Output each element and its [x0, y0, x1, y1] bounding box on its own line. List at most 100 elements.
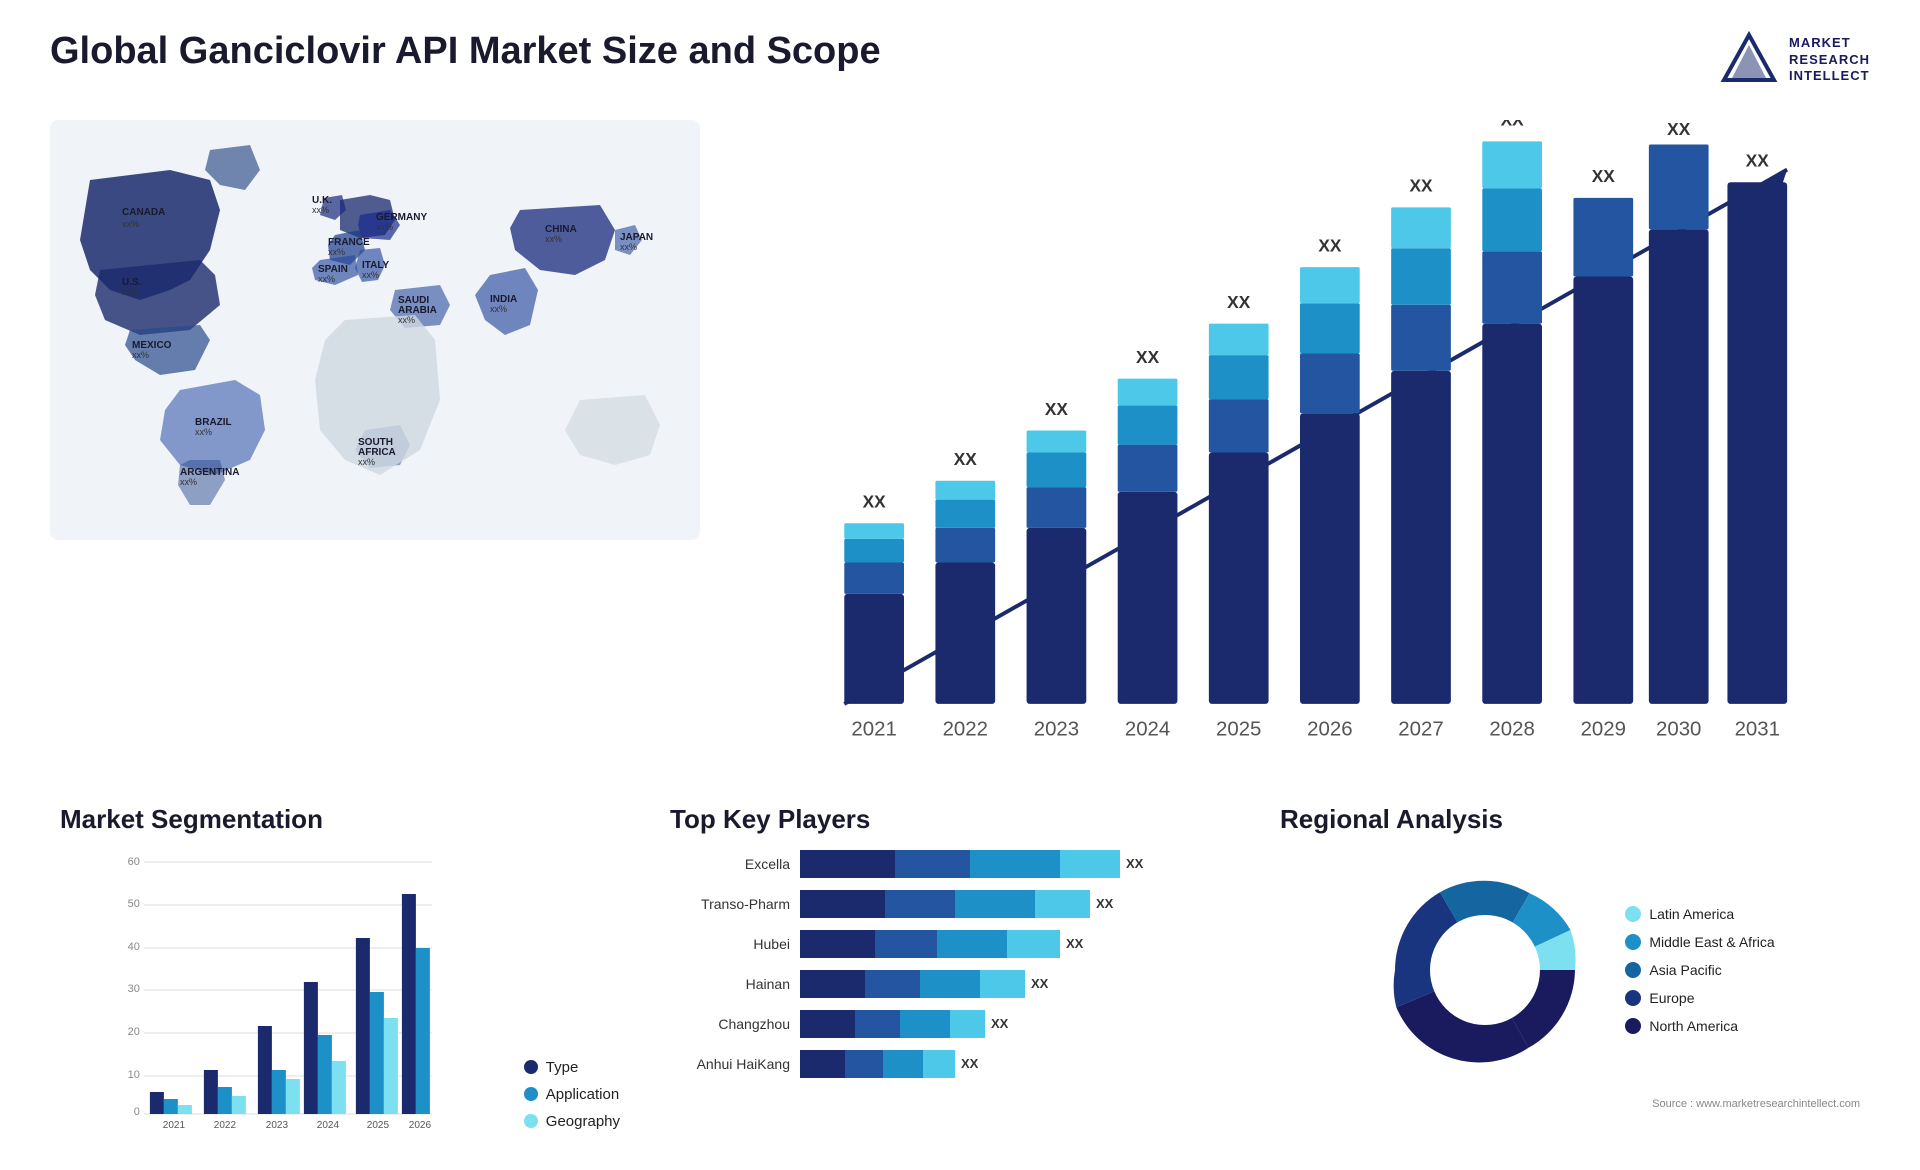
- players-section: Top Key Players Excella XX: [660, 794, 1240, 1140]
- player-row-transopharm: Transo-Pharm XX: [670, 890, 1230, 918]
- donut-legend-wrap: Latin America Middle East & Africa Asia …: [1280, 850, 1860, 1090]
- legend-type: Type: [524, 1059, 620, 1076]
- svg-text:XX: XX: [1501, 120, 1525, 130]
- player-bar-excella: XX: [800, 850, 1230, 878]
- legend-latin-america: Latin America: [1625, 906, 1774, 922]
- world-map-section: CANADA xx% U.S. xx% MEXICO xx% BRAZIL xx…: [50, 110, 700, 550]
- svg-text:xx%: xx%: [122, 287, 139, 297]
- seg-chart-svg: 60 50 40 30 20 10 0: [60, 850, 504, 1130]
- player-xx-transopharm: XX: [1096, 896, 1113, 911]
- player-name-anhui: Anhui HaiKang: [670, 1056, 790, 1072]
- svg-text:2027: 2027: [1398, 718, 1443, 740]
- svg-text:2031: 2031: [1735, 718, 1780, 740]
- player-name-excella: Excella: [670, 856, 790, 872]
- player-bar-hainan: XX: [800, 970, 1230, 998]
- player-bar-transopharm: XX: [800, 890, 1230, 918]
- svg-text:40: 40: [128, 941, 140, 953]
- svg-text:XX: XX: [954, 449, 978, 469]
- legend-asia-pacific: Asia Pacific: [1625, 962, 1774, 978]
- svg-text:2025: 2025: [367, 1120, 390, 1130]
- player-name-changzhou: Changzhou: [670, 1016, 790, 1032]
- svg-text:XX: XX: [1045, 399, 1069, 419]
- svg-text:2023: 2023: [1034, 718, 1079, 740]
- player-xx-hubei: XX: [1066, 936, 1083, 951]
- source-text: Source : www.marketresearchintellect.com: [1280, 1098, 1860, 1110]
- bar-chart-section: XX XX XX XX: [730, 110, 1870, 764]
- svg-text:2028: 2028: [1489, 718, 1534, 740]
- svg-text:xx%: xx%: [362, 270, 379, 280]
- player-row-hubei: Hubei XX: [670, 930, 1230, 958]
- player-name-hubei: Hubei: [670, 936, 790, 952]
- type-dot: [524, 1060, 538, 1074]
- svg-text:2021: 2021: [851, 718, 896, 740]
- player-xx-changzhou: XX: [991, 1016, 1008, 1031]
- svg-text:0: 0: [134, 1106, 140, 1118]
- logo-text: MARKET RESEARCH INTELLECT: [1789, 35, 1870, 86]
- player-bars: Excella XX Transo-Pharm: [670, 850, 1230, 1078]
- svg-text:2022: 2022: [943, 718, 988, 740]
- middle-east-dot: [1625, 934, 1641, 950]
- svg-text:xx%: xx%: [620, 242, 637, 252]
- logo-icon: [1719, 30, 1779, 90]
- legend-application: Application: [524, 1086, 620, 1103]
- latin-america-label: Latin America: [1649, 906, 1734, 922]
- svg-text:XX: XX: [1318, 235, 1342, 255]
- legend-middle-east: Middle East & Africa: [1625, 934, 1774, 950]
- svg-text:2026: 2026: [1307, 718, 1352, 740]
- player-bar-hubei: XX: [800, 930, 1230, 958]
- player-row-excella: Excella XX: [670, 850, 1230, 878]
- svg-text:XX: XX: [863, 491, 887, 511]
- svg-text:2030: 2030: [1656, 718, 1701, 740]
- svg-text:xx%: xx%: [490, 304, 507, 314]
- regional-title: Regional Analysis: [1280, 804, 1860, 835]
- svg-text:2022: 2022: [214, 1120, 237, 1130]
- svg-text:10: 10: [128, 1069, 140, 1081]
- player-bar-anhui: XX: [800, 1050, 1230, 1078]
- svg-text:xx%: xx%: [312, 205, 329, 215]
- geo-label: Geography: [546, 1113, 620, 1130]
- player-row-hainan: Hainan XX: [670, 970, 1230, 998]
- player-name-hainan: Hainan: [670, 976, 790, 992]
- svg-text:xx%: xx%: [180, 477, 197, 487]
- svg-text:xx%: xx%: [132, 350, 149, 360]
- svg-text:2023: 2023: [266, 1120, 289, 1130]
- svg-text:CANADA: CANADA: [122, 207, 165, 218]
- regional-section: Regional Analysis: [1270, 794, 1870, 1140]
- svg-text:xx%: xx%: [122, 219, 139, 229]
- growth-chart-svg: XX XX XX XX: [750, 120, 1850, 754]
- app-dot: [524, 1087, 538, 1101]
- svg-text:xx%: xx%: [195, 427, 212, 437]
- svg-text:50: 50: [128, 898, 140, 910]
- svg-text:2021: 2021: [163, 1120, 186, 1130]
- players-title: Top Key Players: [670, 804, 1230, 835]
- europe-dot: [1625, 990, 1641, 1006]
- legend-geography: Geography: [524, 1113, 620, 1130]
- logo-area: MARKET RESEARCH INTELLECT: [1719, 30, 1870, 90]
- legend-europe: Europe: [1625, 990, 1774, 1006]
- svg-text:XX: XX: [1592, 166, 1616, 186]
- asia-pacific-label: Asia Pacific: [1649, 962, 1721, 978]
- svg-text:2024: 2024: [1125, 718, 1170, 740]
- world-map-svg: CANADA xx% U.S. xx% MEXICO xx% BRAZIL xx…: [50, 110, 700, 550]
- svg-text:XX: XX: [1227, 292, 1251, 312]
- segmentation-title: Market Segmentation: [60, 804, 620, 835]
- svg-text:XX: XX: [1746, 150, 1770, 170]
- asia-pacific-dot: [1625, 962, 1641, 978]
- europe-label: Europe: [1649, 990, 1694, 1006]
- svg-text:xx%: xx%: [358, 457, 375, 467]
- page-header: Global Ganciclovir API Market Size and S…: [50, 30, 1870, 90]
- svg-text:2025: 2025: [1216, 718, 1261, 740]
- type-label: Type: [546, 1059, 579, 1076]
- player-row-anhui: Anhui HaiKang XX: [670, 1050, 1230, 1078]
- player-xx-hainan: XX: [1031, 976, 1048, 991]
- donut-chart-svg: [1365, 850, 1605, 1090]
- svg-text:XX: XX: [1667, 120, 1691, 139]
- player-bar-changzhou: XX: [800, 1010, 1230, 1038]
- svg-text:xx%: xx%: [376, 222, 393, 232]
- app-label: Application: [546, 1086, 619, 1103]
- svg-text:2026: 2026: [409, 1120, 432, 1130]
- player-xx-anhui: XX: [961, 1056, 978, 1071]
- svg-text:30: 30: [128, 983, 140, 995]
- svg-text:xx%: xx%: [398, 315, 415, 325]
- legend-north-america: North America: [1625, 1018, 1774, 1034]
